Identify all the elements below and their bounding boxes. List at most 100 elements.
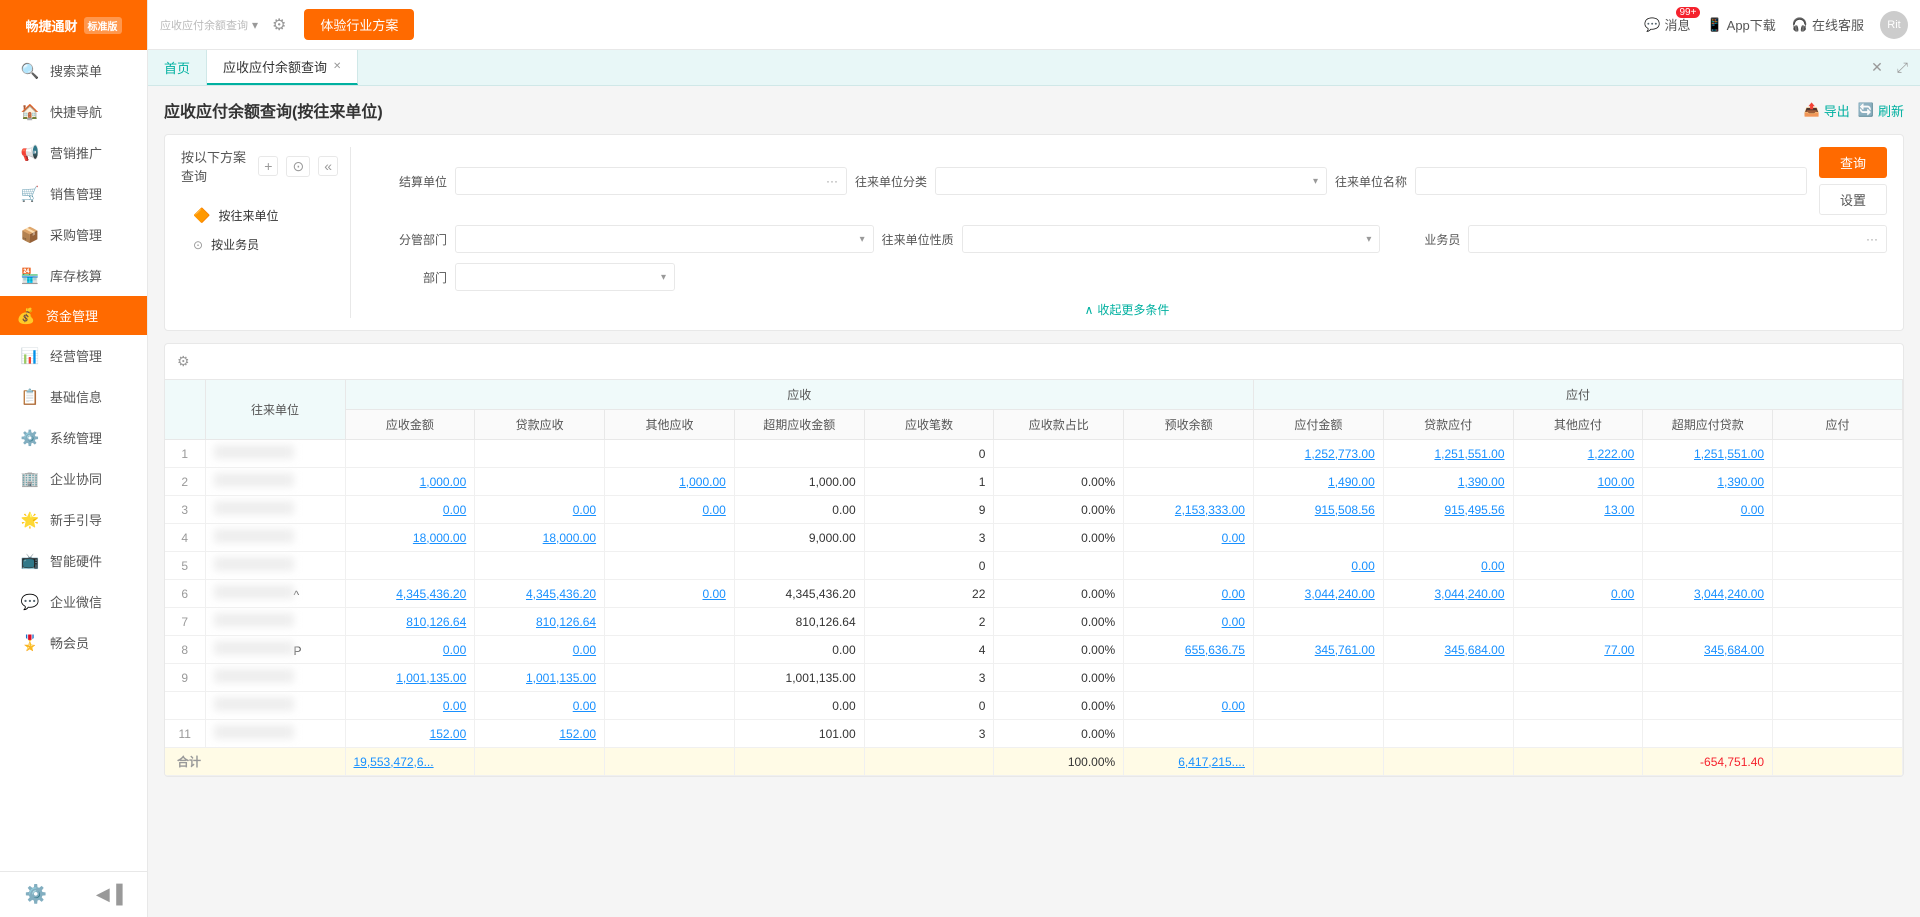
tab-home[interactable]: 首页 xyxy=(148,50,207,85)
table-col-header: 应收金额 贷款应收 其他应收 超期应收金额 应收笔数 应收款占比 预收余额 应付… xyxy=(165,410,1903,440)
sidebar-item-hardware[interactable]: 📺 智能硬件 xyxy=(4,541,143,580)
cell-ap-overdue xyxy=(1643,664,1773,692)
col-ap-loan-header: 贷款应付 xyxy=(1383,410,1513,440)
cell-ar-amount xyxy=(345,440,475,468)
sidebar-item-wechat[interactable]: 💬 企业微信 xyxy=(4,582,143,621)
cell-ar-count: 3 xyxy=(864,524,994,552)
salesperson-input[interactable]: ··· xyxy=(1468,225,1887,253)
filter-settings-btn[interactable]: ⊙ xyxy=(286,156,310,177)
cell-ar-loan xyxy=(475,440,605,468)
partner-category-input[interactable]: ▾ xyxy=(935,167,1327,195)
cell-ar-loan: 0.00 xyxy=(475,636,605,664)
sidebar: 畅捷通财 标准版 🔍 搜索菜单 🏠 快捷导航 📢 营销推广 🛒 销售管理 📦 采… xyxy=(0,0,148,917)
cell-prepay: 0.00 xyxy=(1124,692,1254,720)
cell-ar-amount xyxy=(345,552,475,580)
sidebar-item-purchase[interactable]: 📦 采购管理 xyxy=(4,215,143,254)
scheme-unit-icon: 🔶 xyxy=(193,207,210,224)
total-ap-overdue: -654,751.40 xyxy=(1643,748,1773,776)
sidebar-item-member[interactable]: 🎖️ 畅会员 xyxy=(4,623,143,662)
cell-ap-end xyxy=(1773,524,1903,552)
close-window-btn[interactable]: ✕ xyxy=(1867,57,1887,78)
cell-ar-other xyxy=(605,636,735,664)
table-row: 11 152.00 152.00 101.00 3 0.00% xyxy=(165,720,1903,748)
cell-ap-amount xyxy=(1253,720,1383,748)
cell-ar-overdue: 4,345,436.20 xyxy=(734,580,864,608)
cell-partner xyxy=(205,720,345,748)
sidebar-settings-btn[interactable]: ⚙️ xyxy=(16,880,54,909)
table-settings-icon[interactable]: ⚙ xyxy=(177,353,190,370)
dept-input[interactable]: ▾ xyxy=(455,225,874,253)
settlement-unit-input[interactable]: ··· xyxy=(455,167,847,195)
cell-no: 8 xyxy=(165,636,205,664)
cell-ar-count: 3 xyxy=(864,720,994,748)
total-ap-end xyxy=(1773,748,1903,776)
cell-ar-overdue: 1,000.00 xyxy=(734,468,864,496)
cell-ap-overdue xyxy=(1643,608,1773,636)
finance-icon: 💰 xyxy=(16,307,36,325)
member-icon: 🎖️ xyxy=(20,634,40,652)
cell-ap-loan: 345,684.00 xyxy=(1383,636,1513,664)
scheme-by-unit[interactable]: 🔶 按往来单位 xyxy=(181,201,338,230)
setting-button[interactable]: 设置 xyxy=(1819,184,1887,215)
filter-add-btn[interactable]: + xyxy=(258,156,278,176)
query-button[interactable]: 查询 xyxy=(1819,147,1887,178)
tab-close-icon[interactable]: ✕ xyxy=(333,61,341,72)
scheme-by-staff[interactable]: ⊙ 按业务员 xyxy=(181,230,338,259)
filter-collapse-scheme-btn[interactable]: « xyxy=(318,156,338,176)
division-input[interactable]: ▾ xyxy=(455,263,675,291)
topbar-gear-icon[interactable]: ⚙ xyxy=(268,11,290,39)
sidebar-item-guide[interactable]: 🌟 新手引导 xyxy=(4,500,143,539)
sidebar-item-basic[interactable]: 📋 基础信息 xyxy=(4,377,143,416)
cell-ap-loan: 915,495.56 xyxy=(1383,496,1513,524)
partner-name-input[interactable] xyxy=(1415,167,1807,195)
cell-ar-amount: 18,000.00 xyxy=(345,524,475,552)
table-row: 1 0 1,252,773.00 1,251,551.00 1,222.00 1… xyxy=(165,440,1903,468)
cell-ap-amount: 3,044,240.00 xyxy=(1253,580,1383,608)
total-ap-other xyxy=(1513,748,1643,776)
sidebar-item-marketing[interactable]: 📢 营销推广 xyxy=(4,133,143,172)
inventory-icon: 🏪 xyxy=(20,267,40,285)
filter-salesperson: 业务员 ··· xyxy=(1380,225,1887,253)
cell-ar-overdue xyxy=(734,440,864,468)
promo-button[interactable]: 体验行业方案 xyxy=(304,9,414,40)
sidebar-collapse-btn[interactable]: ◀▐ xyxy=(88,880,131,909)
chevron-down-icon-3: ▾ xyxy=(1366,234,1371,245)
cell-ar-other xyxy=(605,608,735,636)
topbar: 应收应付余额查询 ▾ ⚙ 体验行业方案 💬 消息 99+ 📱 App下载 🎧 在… xyxy=(148,0,1920,50)
cell-prepay: 0.00 xyxy=(1124,580,1254,608)
sidebar-item-inventory[interactable]: 🏪 库存核算 xyxy=(4,256,143,295)
sidebar-item-sales[interactable]: 🛒 销售管理 xyxy=(4,174,143,213)
sidebar-item-finance[interactable]: 💰 资金管理 xyxy=(0,296,147,335)
data-table-wrap: ⚙ 往来单位 应收 应付 应收金额 贷款应收 其他应收 xyxy=(164,343,1904,777)
online-service-btn[interactable]: 🎧 在线客服 xyxy=(1792,15,1864,34)
filter-partner-nature: 往来单位性质 ▾ xyxy=(874,225,1381,253)
expand-btn[interactable]: ⤢ xyxy=(1893,57,1912,78)
sidebar-item-system[interactable]: ⚙️ 系统管理 xyxy=(4,418,143,457)
notification-btn[interactable]: 💬 消息 99+ xyxy=(1644,15,1690,34)
sidebar-item-quick-nav[interactable]: 🏠 快捷导航 xyxy=(4,92,143,131)
search-icon: 🔍 xyxy=(20,62,40,80)
filter-collapse-btn[interactable]: ∧ 收起更多条件 xyxy=(367,301,1887,318)
user-avatar[interactable]: Rit xyxy=(1880,11,1908,39)
cell-ap-loan xyxy=(1383,692,1513,720)
refresh-btn[interactable]: 🔄 刷新 xyxy=(1858,101,1904,120)
cell-ap-end xyxy=(1773,552,1903,580)
sidebar-item-search[interactable]: 🔍 搜索菜单 xyxy=(4,51,143,90)
partner-nature-input[interactable]: ▾ xyxy=(962,225,1381,253)
export-btn[interactable]: 📤 导出 xyxy=(1804,101,1850,120)
sidebar-item-corp[interactable]: 🏢 企业协同 xyxy=(4,459,143,498)
cell-ar-loan: 152.00 xyxy=(475,720,605,748)
cell-ap-amount xyxy=(1253,692,1383,720)
cell-ap-loan: 1,390.00 xyxy=(1383,468,1513,496)
cell-ar-amount: 0.00 xyxy=(345,496,475,524)
cell-ar-count: 0 xyxy=(864,552,994,580)
tab-balance-query[interactable]: 应收应付余额查询 ✕ xyxy=(207,50,358,85)
table-row: 7 810,126.64 810,126.64 810,126.64 2 0.0… xyxy=(165,608,1903,636)
app-download-btn[interactable]: 📱 App下载 xyxy=(1706,15,1775,34)
cell-ar-loan: 0.00 xyxy=(475,692,605,720)
sidebar-item-operation[interactable]: 📊 经营管理 xyxy=(4,336,143,375)
topbar-chevron-icon[interactable]: ▾ xyxy=(252,18,258,32)
cell-ar-other xyxy=(605,440,735,468)
cell-ap-other xyxy=(1513,608,1643,636)
total-ap-loan xyxy=(1383,748,1513,776)
